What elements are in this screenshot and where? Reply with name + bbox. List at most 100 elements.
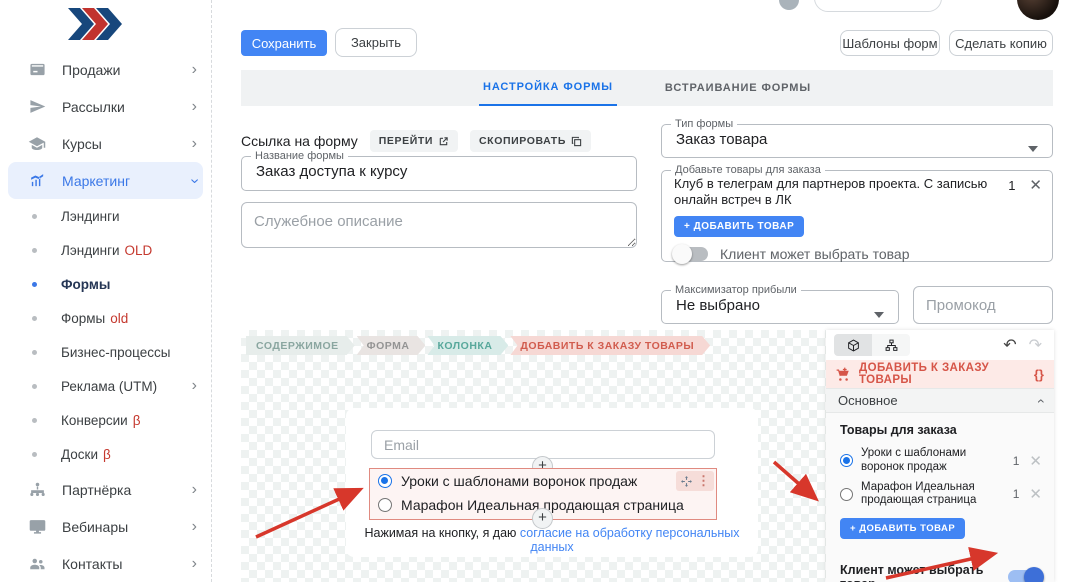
block-menu-icon[interactable]: ⋮ xyxy=(697,473,710,489)
add-product-button[interactable]: + ДОБАВИТЬ ТОВАР xyxy=(674,215,805,237)
form-templates-button[interactable]: Шаблоны форм xyxy=(840,30,940,56)
properties-panel: ↶ ↷ ДОБАВИТЬ К ЗАКАЗУ ТОВАРЫ {} Основное… xyxy=(826,330,1054,582)
tree-view-button[interactable] xyxy=(872,334,910,356)
sidebar-item-landings[interactable]: Лэндинги xyxy=(0,199,211,233)
form-name-field[interactable]: Название формы Заказ доступа к курсу xyxy=(241,150,637,191)
product-option-label: Уроки с шаблонами воронок продаж xyxy=(401,473,638,489)
sidebar-item-label: Курсы xyxy=(62,135,102,152)
sidebar-item-partners[interactable]: Партнёрка › xyxy=(0,471,211,508)
undo-icon[interactable]: ↶ xyxy=(1003,335,1016,355)
sidebar-item-webinars[interactable]: Вебинары › xyxy=(0,508,211,545)
breadcrumb-form[interactable]: ФОРМА xyxy=(357,336,426,355)
bullet-icon xyxy=(32,247,37,253)
history-controls: ↶ ↷ xyxy=(1003,335,1042,355)
sidebar-item-label: Контакты xyxy=(62,555,123,572)
sidebar-item-landings-old[interactable]: Лэндинги OLD xyxy=(0,233,211,267)
remove-product-icon[interactable]: ✕ xyxy=(1029,452,1042,470)
sidebar-item-ads-utm[interactable]: Реклама (UTM) › xyxy=(0,369,211,403)
section-main[interactable]: Основное › xyxy=(826,388,1054,413)
tab-form-settings[interactable]: НАСТРОЙКА ФОРМЫ xyxy=(478,70,617,106)
copy-icon xyxy=(571,136,582,146)
sidebar-item-label: Партнёрка xyxy=(62,481,132,498)
chevron-right-icon: › xyxy=(191,517,197,535)
breadcrumb-column[interactable]: КОЛОНКА xyxy=(427,336,508,355)
panel-product-qty[interactable]: 1 xyxy=(1013,454,1020,468)
sidebar-item-boards[interactable]: Доски β xyxy=(0,437,211,471)
external-link-icon xyxy=(439,136,448,145)
client-choose-label: Клиент может выбрать товар xyxy=(720,245,910,262)
cart-add-icon xyxy=(836,367,849,381)
client-choose-toggle[interactable] xyxy=(672,243,708,264)
sidebar-item-sales[interactable]: Продажи › xyxy=(0,51,211,88)
move-handle-icon[interactable] xyxy=(680,475,693,488)
profit-maximizer-select[interactable]: Максимизатор прибыли Не выбрано xyxy=(661,284,899,324)
block-view-button[interactable] xyxy=(834,334,872,356)
email-field[interactable] xyxy=(371,430,715,459)
radio-unselected-icon[interactable] xyxy=(378,498,392,512)
sidebar-subitem-label: Формы xyxy=(61,310,106,326)
sidebar-item-business-processes[interactable]: Бизнес-процессы xyxy=(0,335,211,369)
form-type-value: Заказ товара xyxy=(676,131,768,148)
panel-product-qty[interactable]: 1 xyxy=(1013,487,1020,501)
breadcrumb-add-products[interactable]: ДОБАВИТЬ К ЗАКАЗУ ТОВАРЫ xyxy=(510,336,710,355)
go-button-label: ПЕРЕЙТИ xyxy=(378,135,433,147)
bullet-icon xyxy=(32,315,37,321)
client-choose-toggle-row: Клиент может выбрать товар xyxy=(672,243,1052,264)
header-icon[interactable] xyxy=(779,0,799,10)
product-row: Клуб в телеграм для партнеров проекта. С… xyxy=(662,176,1052,209)
chevron-right-icon: › xyxy=(191,377,197,394)
remove-product-icon[interactable]: ✕ xyxy=(1029,178,1042,193)
panel-product-name: Уроки с шаблонами воронок продаж xyxy=(861,447,967,473)
radio-selected-icon[interactable] xyxy=(378,474,392,488)
panel-product-name: Марафон Идеальная продающая страница xyxy=(861,480,977,507)
redo-icon[interactable]: ↷ xyxy=(1029,335,1042,355)
product-quantity[interactable]: 1 xyxy=(1008,178,1015,193)
tab-bar: НАСТРОЙКА ФОРМЫ ВСТРАИВАНИЕ ФОРМЫ xyxy=(241,70,1053,106)
people-icon xyxy=(28,555,46,573)
panel-add-product-button[interactable]: + ДОБАВИТЬ ТОВАР xyxy=(840,518,966,540)
make-copy-button[interactable]: Сделать копию xyxy=(949,30,1053,56)
sidebar-item-forms-old[interactable]: Формы old xyxy=(0,301,211,335)
sidebar-item-contacts[interactable]: Контакты › xyxy=(0,545,211,582)
radio-selected-icon[interactable] xyxy=(840,454,853,468)
consent-link[interactable]: согласие на обработку персональных данны… xyxy=(520,526,740,554)
dropdown-arrow-icon xyxy=(874,312,884,318)
tab-form-embedding[interactable]: ВСТРАИВАНИЕ ФОРМЫ xyxy=(661,70,815,106)
code-braces-icon[interactable]: {} xyxy=(1034,367,1044,382)
panel-products-label: Товары для заказа xyxy=(840,423,957,437)
bullet-icon xyxy=(32,383,37,389)
save-button[interactable]: Сохранить xyxy=(241,30,327,56)
sidebar-item-courses[interactable]: Курсы › xyxy=(0,125,211,162)
go-to-form-button[interactable]: ПЕРЕЙТИ xyxy=(369,130,458,152)
promo-code-input[interactable] xyxy=(913,286,1053,324)
form-preview-card: + Уроки с шаблонами воронок продаж Мараф… xyxy=(346,408,758,557)
close-button[interactable]: Закрыть xyxy=(335,28,417,57)
sidebar-item-marketing[interactable]: Маркетинг › xyxy=(8,162,203,199)
remove-product-icon[interactable]: ✕ xyxy=(1029,485,1042,503)
form-type-label: Тип формы xyxy=(675,118,734,130)
sidebar-subitem-label: Реклама (UTM) xyxy=(61,378,158,394)
panel-product-row: Уроки с шаблонами воронок продаж 1 ✕ xyxy=(840,447,1042,475)
header-search[interactable] xyxy=(814,0,942,12)
panel-client-toggle-row: Клиент может выбрать товар xyxy=(840,563,1044,582)
form-name-value[interactable]: Заказ доступа к курсу xyxy=(242,162,636,188)
profit-maximizer-value: Не выбрано xyxy=(676,297,760,314)
collapse-icon[interactable]: › xyxy=(1032,398,1048,403)
panel-client-toggle[interactable] xyxy=(1008,567,1044,582)
breadcrumb-content[interactable]: СОДЕРЖИМОЕ xyxy=(246,336,355,355)
service-description-input[interactable] xyxy=(241,202,637,248)
copy-button-label: СКОПИРОВАТЬ xyxy=(479,135,566,147)
user-avatar[interactable] xyxy=(1017,0,1059,20)
chevron-right-icon: › xyxy=(191,60,197,78)
product-option-row[interactable]: Уроки с шаблонами воронок продаж xyxy=(370,469,716,493)
sidebar-item-forms[interactable]: Формы xyxy=(0,267,211,301)
panel-toolbar: ↶ ↷ xyxy=(826,330,1054,360)
graduation-cap-icon xyxy=(28,135,46,153)
sidebar-item-mailings[interactable]: Рассылки › xyxy=(0,88,211,125)
sidebar-item-conversions[interactable]: Конверсии β xyxy=(0,403,211,437)
radio-unselected-icon[interactable] xyxy=(840,487,853,501)
form-name-label: Название формы xyxy=(255,150,344,162)
form-type-select[interactable]: Тип формы Заказ товара xyxy=(661,118,1053,158)
copy-link-button[interactable]: СКОПИРОВАТЬ xyxy=(470,130,591,152)
panel-body: Товары для заказа Уроки с шаблонами воро… xyxy=(826,413,1054,582)
